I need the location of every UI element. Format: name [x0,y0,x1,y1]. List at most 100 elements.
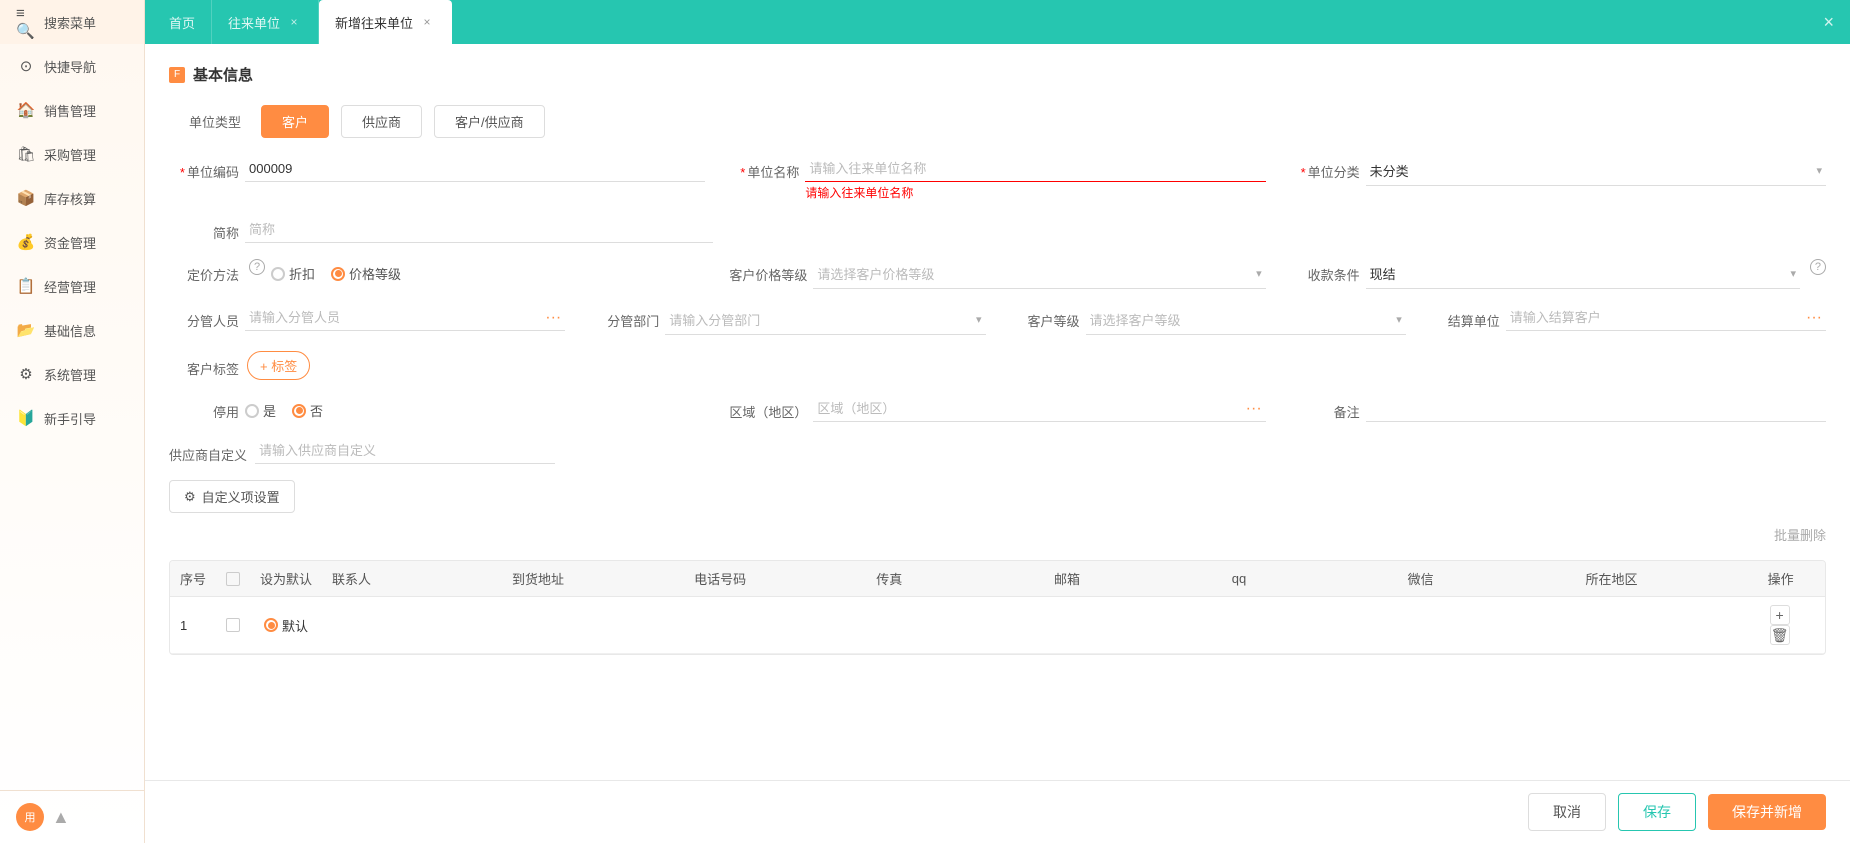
main-area: 首页 往来单位 × 新增往来单位 × × F 基本信息 单位类型 客户 供应商 … [145,0,1850,843]
sales-icon: 🏠 [16,100,36,120]
supplier-custom-input[interactable] [255,438,555,463]
sidebar-item-finance[interactable]: 💰 资金管理 [0,220,144,264]
manager-input[interactable] [245,305,541,330]
pricing-discount-label: 折扣 [289,264,315,283]
settlement-unit-input[interactable] [1506,305,1802,330]
sidebar-item-label: 资金管理 [44,233,96,252]
contacts-table-element: 序号 设为默认 联系人 到货地址 电话号码 传真 邮箱 qq 微信 所在地区 操… [170,561,1825,654]
short-name-input[interactable] [245,217,713,243]
window-close-button[interactable]: × [1815,12,1842,33]
fax-input[interactable] [876,613,1034,638]
unit-type-supplier-btn[interactable]: 供应商 [341,105,422,138]
customer-level-field: 客户等级 请选择客户等级 ▾ [1010,305,1406,335]
table-header-row: 序号 设为默认 联系人 到货地址 电话号码 传真 邮箱 qq 微信 所在地区 操… [170,561,1825,597]
default-radio-outer [264,618,278,632]
sidebar-item-purchase[interactable]: 🛍 采购管理 [0,132,144,176]
tab-partners-close[interactable]: × [286,14,302,30]
pricing-help-icon[interactable]: ? [249,259,265,275]
col-fax: 传真 [866,561,1044,597]
notes-input[interactable] [1366,396,1826,422]
address-input[interactable] [512,613,674,638]
region-table-input[interactable] [1585,613,1747,638]
select-all-checkbox[interactable] [226,572,240,586]
unit-type-customer-btn[interactable]: 客户 [261,105,329,138]
sidebar-item-basics[interactable]: 📂 基础信息 [0,308,144,352]
cell-region [1575,597,1757,654]
disabled-yes-radio[interactable]: 是 [245,401,276,420]
customer-price-level-select[interactable]: 请选择客户价格等级 ▾ [813,259,1265,289]
pricing-method-label: 定价方法 [169,259,239,284]
disabled-no-radio[interactable]: 否 [292,401,323,420]
qq-input[interactable] [1232,613,1388,638]
pricing-method-field: 定价方法 ? 折扣 价格等级 [169,259,705,289]
pricing-level-radio[interactable]: 价格等级 [331,264,401,283]
manager-ellipsis[interactable]: ··· [541,309,565,327]
email-input[interactable] [1054,613,1212,638]
col-default: 设为默认 [250,561,322,597]
save-new-button[interactable]: 保存并新增 [1708,794,1826,830]
customer-level-select[interactable]: 请选择客户等级 ▾ [1086,305,1406,335]
region-input[interactable] [813,396,1241,421]
sidebar-item-label: 快捷导航 [44,57,96,76]
sidebar-item-label: 基础信息 [44,321,96,340]
section-icon: F [169,67,185,83]
tab-home[interactable]: 首页 [153,0,212,44]
phone-input[interactable] [694,613,856,638]
payment-terms-value: 现结 [1370,264,1396,283]
payment-terms-help-icon[interactable]: ? [1810,259,1826,275]
manager-label: 分管人员 [169,305,239,330]
payment-terms-select[interactable]: 现结 ▾ [1366,259,1800,289]
disabled-field: 停用 是 否 [169,396,705,422]
avatar[interactable]: 用 [16,803,44,831]
disabled-no-outer [292,404,306,418]
unit-name-field: 单位名称 请输入往来单位名称 [729,156,1265,201]
batch-delete-btn[interactable]: 批量删除 [1774,525,1826,544]
add-row-btn[interactable]: + [1770,605,1790,625]
add-tag-button[interactable]: + 标签 [247,351,310,380]
department-label: 分管部门 [589,305,659,330]
col-checkbox [216,561,250,597]
short-name-field: 简称 [169,217,713,243]
department-field: 分管部门 请输入分管部门 ▾ [589,305,985,335]
delete-row-btn[interactable]: 🗑 [1770,625,1790,645]
region-field: 区域（地区） ··· [729,396,1265,422]
tab-new-partner-close[interactable]: × [419,14,435,30]
cell-checkbox [216,597,250,654]
unit-type-both-btn[interactable]: 客户/供应商 [434,105,545,138]
wechat-input[interactable] [1408,613,1566,638]
sidebar-item-guide[interactable]: 🔰 新手引导 [0,396,144,440]
settlement-unit-field: 结算单位 ··· [1430,305,1826,335]
tab-new-partner[interactable]: 新增往来单位 × [319,0,452,44]
unit-name-input[interactable] [805,156,1265,182]
sidebar-item-operations[interactable]: 📋 经营管理 [0,264,144,308]
payment-terms-chevron: ▾ [1790,267,1796,280]
default-radio[interactable]: 默认 [260,616,312,635]
sidebar-item-search[interactable]: ≡🔍 搜索菜单 [0,0,144,44]
sidebar-item-inventory[interactable]: 📦 库存核算 [0,176,144,220]
tab-partners[interactable]: 往来单位 × [212,0,319,44]
unit-category-chevron: ▾ [1816,164,1822,177]
cell-phone [684,597,866,654]
settlement-unit-ellipsis[interactable]: ··· [1802,309,1826,327]
col-wechat: 微信 [1398,561,1576,597]
save-button[interactable]: 保存 [1618,793,1696,831]
cell-address [502,597,684,654]
sidebar-item-sales[interactable]: 🏠 销售管理 [0,88,144,132]
pricing-discount-radio[interactable]: 折扣 [271,264,315,283]
unit-category-label: 单位分类 [1290,156,1360,181]
sidebar-item-system[interactable]: ⚙ 系统管理 [0,352,144,396]
custom-settings-button[interactable]: ⚙ 自定义项设置 [169,480,295,513]
department-chevron: ▾ [976,313,982,326]
disabled-no-label: 否 [310,401,323,420]
region-ellipsis[interactable]: ··· [1242,400,1266,418]
cell-fax [866,597,1044,654]
payment-terms-field: 收款条件 现结 ▾ ? [1290,259,1826,289]
department-select[interactable]: 请输入分管部门 ▾ [665,305,985,335]
sidebar-item-quick-nav[interactable]: ⊙ 快捷导航 [0,44,144,88]
row-checkbox[interactable] [226,618,240,632]
cancel-button[interactable]: 取消 [1528,793,1606,831]
sidebar-item-label: 库存核算 [44,189,96,208]
contact-input[interactable] [332,613,492,638]
unit-code-input[interactable] [245,156,705,182]
disabled-label: 停用 [169,396,239,421]
